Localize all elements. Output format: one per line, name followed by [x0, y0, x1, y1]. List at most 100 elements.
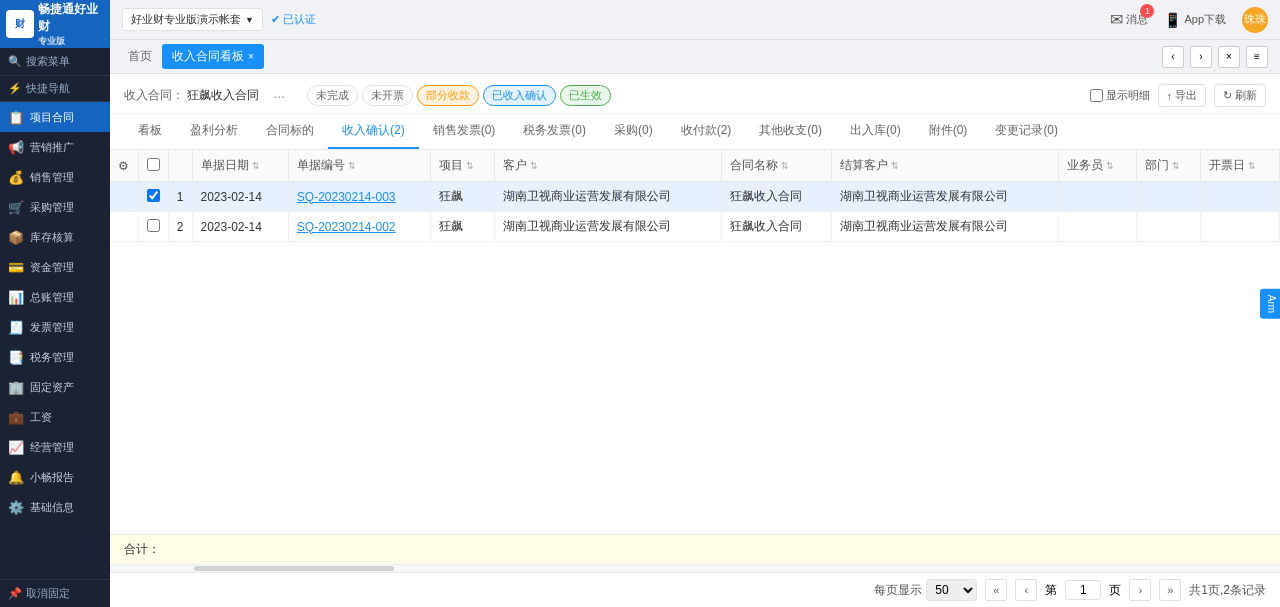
row-dept [1137, 182, 1201, 212]
page-number-input[interactable] [1065, 580, 1101, 600]
topbar-right: ✉ 1 消息 📱 App下载 珠珠 [1110, 7, 1268, 33]
sidebar-item-sales[interactable]: 💰 销售管理 [0, 162, 110, 192]
row-bill-no[interactable]: SQ-20230214-003 [288, 182, 430, 212]
tabbar-controls: ‹ › × ≡ [1162, 46, 1268, 68]
export-button[interactable]: ↑ 导出 [1158, 84, 1207, 107]
tab-dashboard[interactable]: 看板 [124, 114, 176, 149]
dept-column-header[interactable]: 部门⇅ [1137, 150, 1201, 182]
sidebar-item-inventory[interactable]: 📦 库存核算 [0, 222, 110, 252]
sidebar-item-label: 经营管理 [30, 440, 74, 455]
tab-tax-invoice[interactable]: 税务发票(0) [509, 114, 600, 149]
tab-purchase[interactable]: 采购(0) [600, 114, 667, 149]
row-checkbox[interactable] [147, 189, 160, 202]
open-date-column-header[interactable]: 开票日⇅ [1201, 150, 1280, 182]
contract-column-header[interactable]: 合同名称⇅ [722, 150, 831, 182]
date-column-header[interactable]: 单据日期⇅ [192, 150, 288, 182]
status-confirmed[interactable]: 已收入确认 [483, 85, 556, 106]
user-avatar[interactable]: 珠珠 [1242, 7, 1268, 33]
refresh-icon: ↻ [1223, 89, 1232, 102]
salesperson-column-header[interactable]: 业务员⇅ [1058, 150, 1137, 182]
prev-page-button[interactable]: ‹ [1015, 579, 1037, 601]
sidebar-item-purchase[interactable]: 🛒 采购管理 [0, 192, 110, 222]
bill-no-column-header[interactable]: 单据编号⇅ [288, 150, 430, 182]
topbar: 好业财专业版演示帐套 ▼ ✔ 已认证 ✉ 1 消息 📱 App下载 珠珠 [110, 0, 1280, 40]
tab-changes[interactable]: 变更记录(0) [981, 114, 1072, 149]
current-tab[interactable]: 收入合同看板 × [162, 44, 264, 69]
sidebar-item-general[interactable]: 📊 总账管理 [0, 282, 110, 312]
tab-confirm[interactable]: 收入确认(2) [328, 114, 419, 149]
tab-payment[interactable]: 收付款(2) [667, 114, 746, 149]
sort-icon: ⇅ [1248, 161, 1256, 171]
total-records-info: 共1页,2条记录 [1189, 582, 1266, 599]
sidebar-item-project[interactable]: 📋 项目合同 [0, 102, 110, 132]
app-version: 专业版 [38, 35, 104, 48]
first-page-button[interactable]: « [985, 579, 1007, 601]
sidebar-item-marketing[interactable]: 📢 营销推广 [0, 132, 110, 162]
tab-other-income[interactable]: 其他收支(0) [745, 114, 836, 149]
row-date: 2023-02-14 [192, 182, 288, 212]
sidebar-item-invoice[interactable]: 🧾 发票管理 [0, 312, 110, 342]
project-column-header[interactable]: 项目⇅ [431, 150, 495, 182]
tab-close-button[interactable]: × [248, 51, 254, 62]
float-right-button[interactable]: Arm [1260, 288, 1280, 318]
page-size-select[interactable]: 20 50 100 [926, 579, 977, 601]
assets-icon: 🏢 [8, 379, 24, 395]
fund-icon: 💳 [8, 259, 24, 275]
more-button[interactable]: ··· [269, 88, 289, 104]
tab-prev-button[interactable]: ‹ [1162, 46, 1184, 68]
row-open-date [1201, 212, 1280, 242]
table-row[interactable]: 1 2023-02-14 SQ-20230214-003 狂飙 湖南卫视商业运营… [110, 182, 1280, 212]
row-checkbox[interactable] [147, 219, 160, 232]
table-row[interactable]: 2 2023-02-14 SQ-20230214-002 狂飙 湖南卫视商业运营… [110, 212, 1280, 242]
tab-menu-button[interactable]: ≡ [1246, 46, 1268, 68]
row-bill-no[interactable]: SQ-20230214-002 [288, 212, 430, 242]
sidebar-item-ops[interactable]: 📈 经营管理 [0, 432, 110, 462]
row-date: 2023-02-14 [192, 212, 288, 242]
sidebar-item-hr[interactable]: 💼 工资 [0, 402, 110, 432]
status-partial[interactable]: 部分收款 [417, 85, 479, 106]
invoice-icon: 🧾 [8, 319, 24, 335]
general-icon: 📊 [8, 289, 24, 305]
refresh-button[interactable]: ↻ 刷新 [1214, 84, 1266, 107]
scroll-thumb[interactable] [194, 566, 394, 571]
last-page-button[interactable]: » [1159, 579, 1181, 601]
messages-button[interactable]: ✉ 1 消息 [1110, 10, 1148, 29]
bill-no-link[interactable]: SQ-20230214-002 [297, 220, 396, 234]
tab-warehouse[interactable]: 出入库(0) [836, 114, 915, 149]
tab-close-all-button[interactable]: × [1218, 46, 1240, 68]
final-customer-column-header[interactable]: 结算客户⇅ [831, 150, 1058, 182]
search-menu[interactable]: 🔍 搜索菜单 [0, 48, 110, 76]
user-name: 珠珠 [1244, 12, 1266, 27]
contract-name: 狂飙收入合同 [187, 88, 259, 102]
bill-no-link[interactable]: SQ-20230214-003 [297, 190, 396, 204]
tab-next-button[interactable]: › [1190, 46, 1212, 68]
row-num: 2 [168, 212, 192, 242]
tab-sales-invoice[interactable]: 销售发票(0) [419, 114, 510, 149]
home-tab[interactable]: 首页 [122, 44, 158, 69]
status-uninvoiced[interactable]: 未开票 [362, 85, 413, 106]
sidebar-item-assets[interactable]: 🏢 固定资产 [0, 372, 110, 402]
sidebar-item-fund[interactable]: 💳 资金管理 [0, 252, 110, 282]
company-selector[interactable]: 好业财专业版演示帐套 ▼ [122, 8, 263, 31]
status-incomplete[interactable]: 未完成 [307, 85, 358, 106]
pagination-info: 每页显示 20 50 100 [874, 579, 977, 601]
tab-standard[interactable]: 合同标的 [252, 114, 328, 149]
settings-column-header[interactable]: ⚙ [110, 150, 138, 182]
content-area: 收入合同： 狂飙收入合同 ··· 未完成 未开票 部分收款 已收入确认 已生效 … [110, 74, 1280, 607]
next-page-button[interactable]: › [1129, 579, 1151, 601]
status-effective[interactable]: 已生效 [560, 85, 611, 106]
app-name: 畅捷通好业财 [38, 1, 104, 35]
app-download-button[interactable]: 📱 App下载 [1164, 12, 1226, 28]
customer-column-header[interactable]: 客户⇅ [494, 150, 721, 182]
show-detail-checkbox[interactable] [1090, 89, 1103, 102]
sidebar-item-report[interactable]: 🔔 小畅报告 [0, 462, 110, 492]
select-all-checkbox[interactable] [147, 158, 160, 171]
sidebar-item-tax[interactable]: 📑 税务管理 [0, 342, 110, 372]
page-suffix: 页 [1109, 582, 1121, 599]
sidebar-item-base[interactable]: ⚙️ 基础信息 [0, 492, 110, 522]
tab-attachments[interactable]: 附件(0) [915, 114, 982, 149]
unpin-button[interactable]: 📌 取消固定 [0, 580, 110, 607]
show-detail-check[interactable]: 显示明细 [1090, 88, 1150, 103]
quick-nav[interactable]: ⚡ 快捷导航 [0, 76, 110, 102]
tab-profit[interactable]: 盈利分析 [176, 114, 252, 149]
